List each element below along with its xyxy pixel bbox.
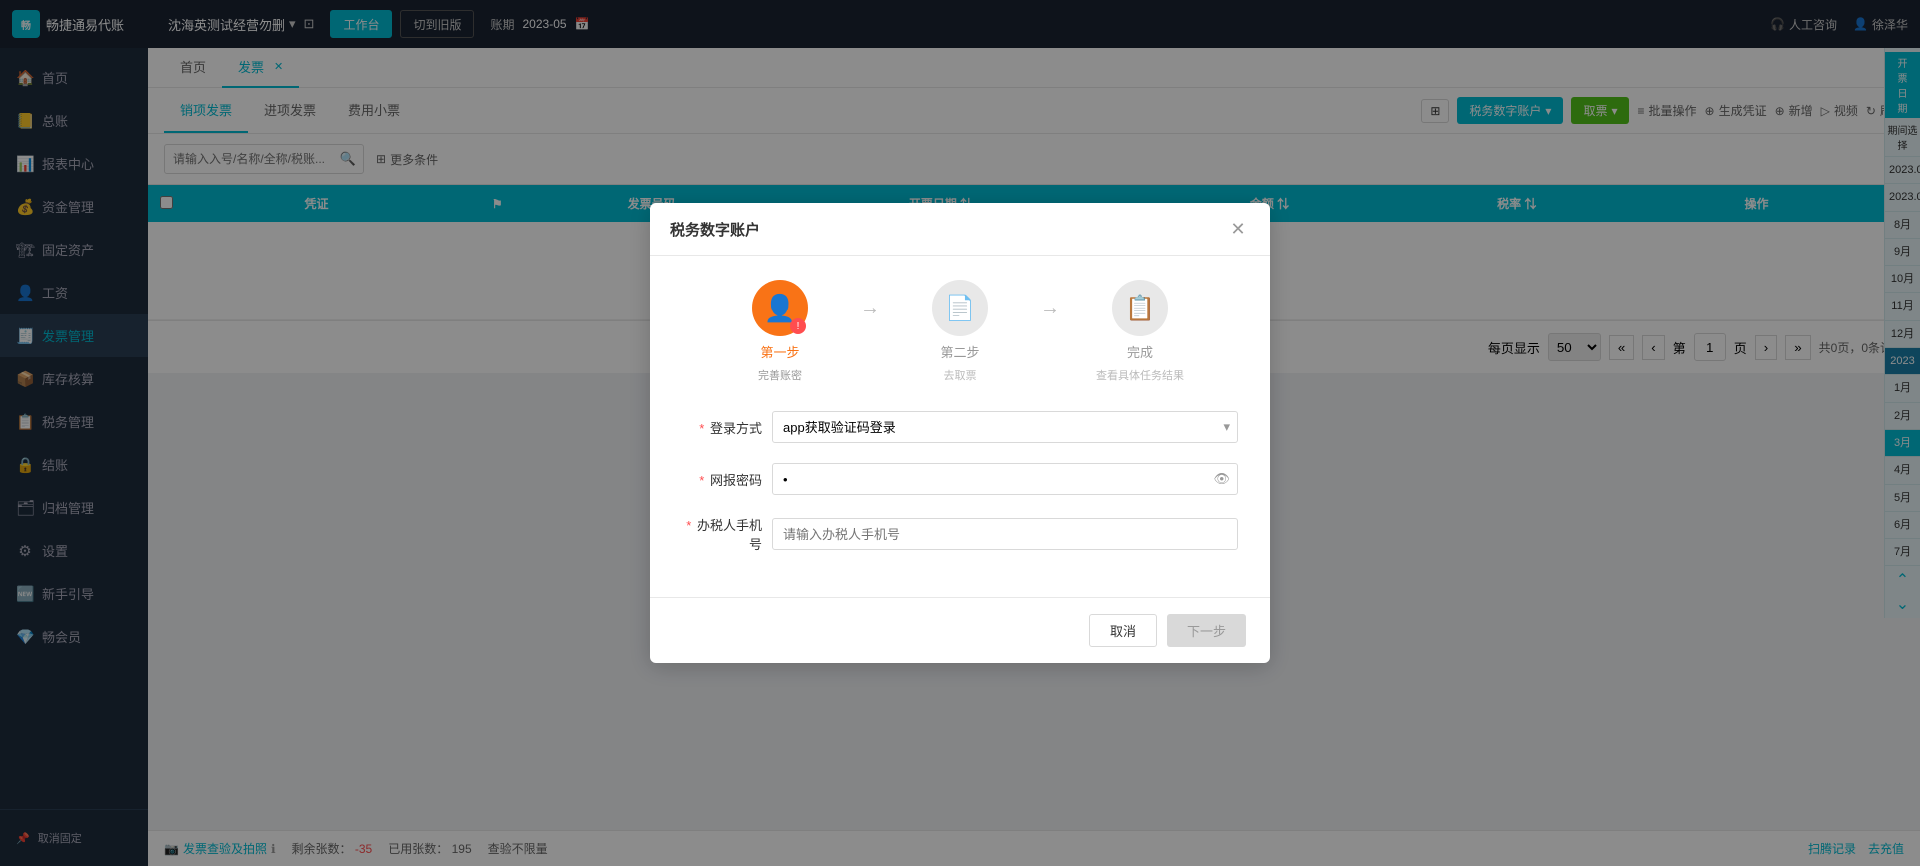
step-arrow-2: →	[1020, 280, 1080, 336]
modal-close-button[interactable]: ✕	[1226, 217, 1250, 241]
step-3-label: 完成	[1127, 342, 1153, 361]
password-label: * 网报密码	[682, 470, 772, 489]
modal-header: 税务数字账户 ✕	[650, 203, 1270, 256]
step-3-desc: 查看具体任务结果	[1096, 367, 1184, 383]
phone-label: * 办税人手机号	[682, 515, 772, 553]
modal-title: 税务数字账户	[670, 219, 760, 240]
phone-input[interactable]	[772, 518, 1238, 550]
modal-overlay[interactable]: 税务数字账户 ✕ 👤 ! 第一步 完善账密 →	[0, 0, 1920, 866]
login-method-row: * 登录方式 app获取验证码登录 密码登录 ▾	[682, 411, 1238, 443]
step-1: 👤 ! 第一步 完善账密	[720, 280, 840, 383]
step-1-icon: 👤	[764, 293, 796, 324]
login-method-label: * 登录方式	[682, 418, 772, 437]
toggle-password-icon[interactable]: 👁	[1213, 471, 1230, 487]
phone-row: * 办税人手机号	[682, 515, 1238, 553]
step-2-icon: 📄	[945, 294, 975, 323]
cancel-button[interactable]: 取消	[1089, 614, 1157, 647]
password-input[interactable]	[772, 463, 1238, 495]
step-2: 📄 第二步 去取票	[900, 280, 1020, 383]
step-3: 📋 完成 查看具体任务结果	[1080, 280, 1200, 383]
step-2-label: 第二步	[940, 342, 979, 361]
password-input-wrap: 👁	[772, 463, 1238, 495]
step-2-desc: 去取票	[944, 367, 977, 383]
modal-footer: 取消 下一步	[650, 597, 1270, 663]
step-3-icon-wrap: 📋	[1112, 280, 1168, 336]
password-row: * 网报密码 👁	[682, 463, 1238, 495]
step-1-error-badge: !	[790, 318, 806, 334]
step-1-icon-wrap: 👤 !	[752, 280, 808, 336]
step-3-icon: 📋	[1125, 294, 1155, 323]
step-2-icon-wrap: 📄	[932, 280, 988, 336]
tax-digital-modal: 税务数字账户 ✕ 👤 ! 第一步 完善账密 →	[650, 203, 1270, 663]
step-1-label: 第一步	[760, 342, 799, 361]
next-step-button[interactable]: 下一步	[1167, 614, 1246, 647]
modal-body: 👤 ! 第一步 完善账密 → 📄 第二步 去取票 →	[650, 256, 1270, 597]
login-method-select-wrap: app获取验证码登录 密码登录 ▾	[772, 411, 1238, 443]
login-method-select[interactable]: app获取验证码登录 密码登录	[772, 411, 1238, 443]
step-arrow-1: →	[840, 280, 900, 336]
steps-indicator: 👤 ! 第一步 完善账密 → 📄 第二步 去取票 →	[682, 280, 1238, 383]
step-1-desc: 完善账密	[758, 367, 802, 383]
